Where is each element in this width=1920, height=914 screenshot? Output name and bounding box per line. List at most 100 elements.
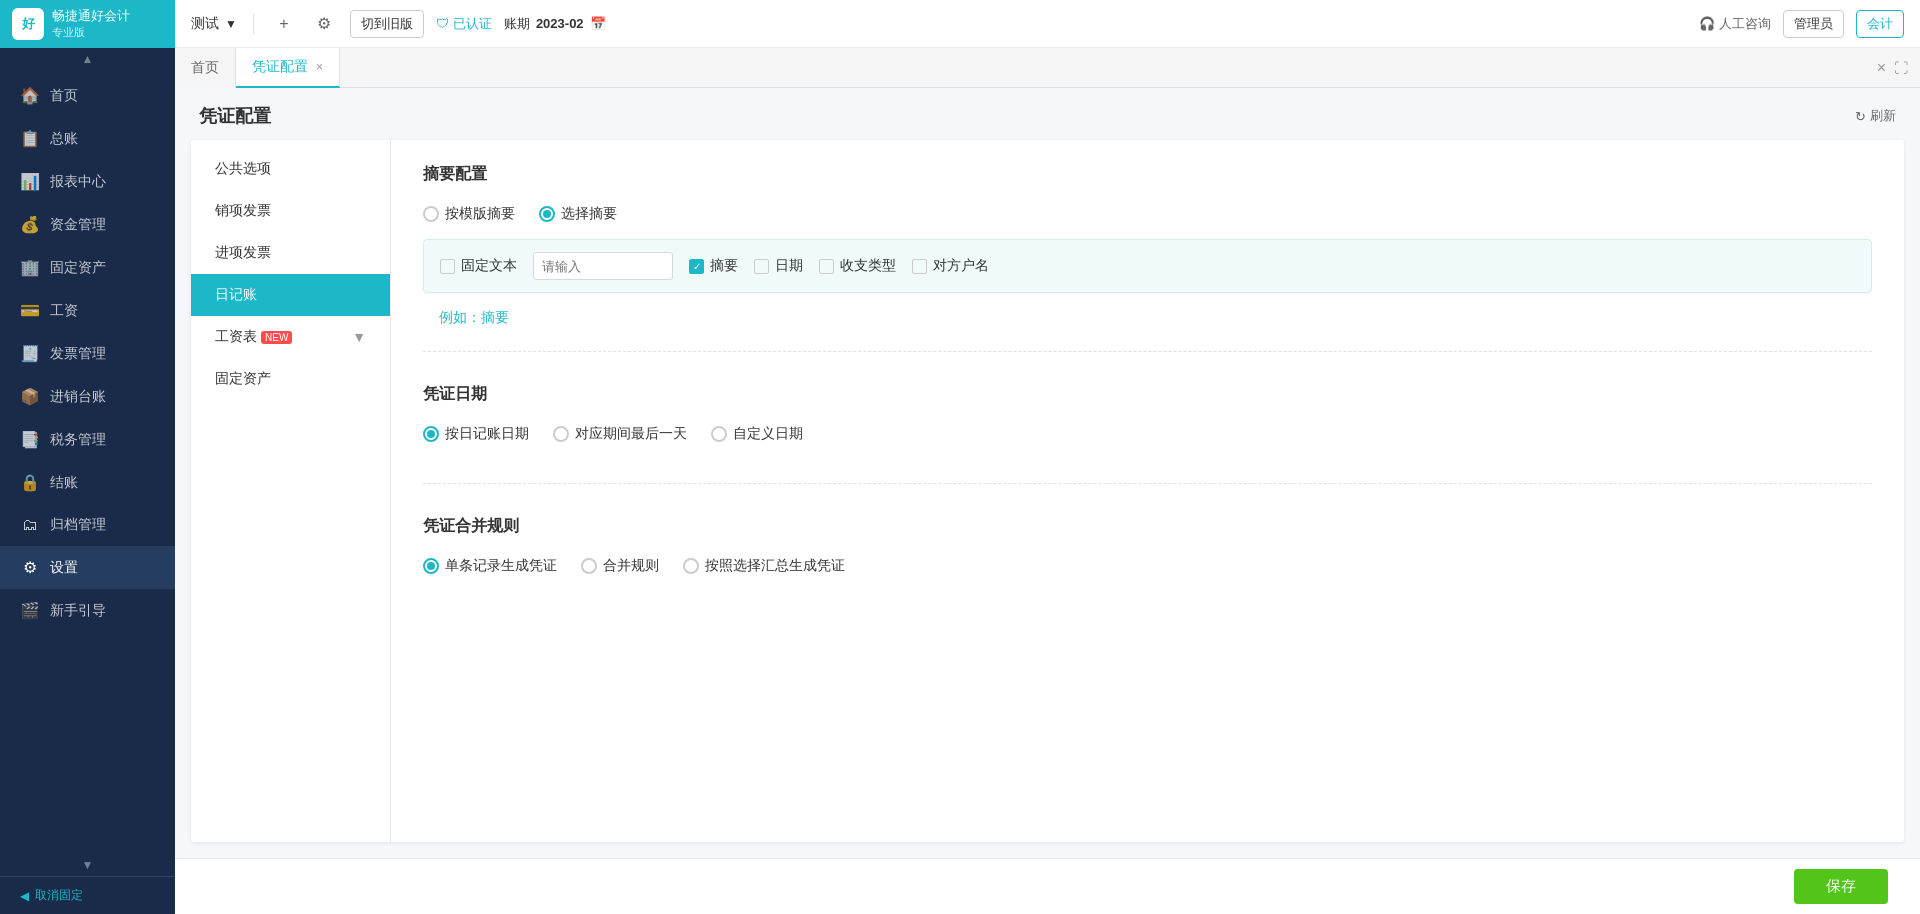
left-nav-public[interactable]: 公共选项 bbox=[191, 148, 390, 190]
sidebar-label-tax: 税务管理 bbox=[50, 431, 106, 449]
checkbox-income-type[interactable]: 收支类型 bbox=[819, 257, 896, 275]
sidebar-item-payroll[interactable]: 💳工资 bbox=[0, 289, 175, 332]
archive-icon: 🗂 bbox=[20, 516, 40, 534]
headset-icon: 🎧 bbox=[1699, 16, 1715, 31]
topbar-right: 🎧 人工咨询 管理员 会计 bbox=[1699, 10, 1904, 38]
add-button[interactable]: + bbox=[270, 10, 298, 38]
checkbox-box-counterpart bbox=[912, 259, 927, 274]
date-section: 凭证日期 按日记账日期 对应期间最后一天 bbox=[423, 384, 1872, 484]
radio-custom-date[interactable]: 自定义日期 bbox=[711, 425, 803, 443]
period-selector[interactable]: 账期 2023-02 📅 bbox=[504, 15, 606, 33]
checkbox-fixed-text[interactable]: 固定文本 bbox=[440, 257, 517, 275]
sidebar-item-home[interactable]: 🏠首页 bbox=[0, 74, 175, 117]
sidebar-label-close: 结账 bbox=[50, 474, 78, 492]
sidebar-item-reports[interactable]: 📊报表中心 bbox=[0, 160, 175, 203]
checkbox-box bbox=[440, 259, 455, 274]
settings-icon: ⚙ bbox=[20, 558, 40, 577]
left-nav-journal[interactable]: 日记账 bbox=[191, 274, 390, 316]
chevron-icon-payroll_table: ▼ bbox=[352, 329, 366, 345]
page-title: 凭证配置 bbox=[199, 104, 271, 128]
tab-home[interactable]: 首页 bbox=[175, 48, 236, 88]
consult-button[interactable]: 🎧 人工咨询 bbox=[1699, 15, 1771, 33]
sidebar-label-funds: 资金管理 bbox=[50, 216, 106, 234]
shield-icon: 🛡 bbox=[436, 16, 449, 31]
sidebar-item-close[interactable]: 🔒 结账 bbox=[0, 461, 175, 504]
sidebar-label-payroll: 工资 bbox=[50, 302, 78, 320]
reports-icon: 📊 bbox=[20, 172, 40, 191]
cancel-fixed-btn[interactable]: ◀ 取消固定 bbox=[0, 876, 175, 914]
calendar-icon: 📅 bbox=[590, 16, 606, 31]
left-nav-label-fixed_assets: 固定资产 bbox=[215, 370, 271, 386]
merge-radio-group: 单条记录生成凭证 合并规则 按照选择汇总生成凭证 bbox=[423, 557, 1872, 575]
summary-section: 摘要配置 按模版摘要 选择摘要 bbox=[423, 164, 1872, 352]
sidebar-item-trading[interactable]: 📦进销台账 bbox=[0, 375, 175, 418]
radio-circle-checked bbox=[539, 206, 555, 222]
certified-badge: 🛡 已认证 bbox=[436, 15, 492, 33]
left-nav-sales[interactable]: 销项发票 bbox=[191, 190, 390, 232]
home-icon: 🏠 bbox=[20, 86, 40, 105]
left-nav-payroll_table[interactable]: 工资表NEW▼ bbox=[191, 316, 390, 358]
radio-single-record[interactable]: 单条记录生成凭证 bbox=[423, 557, 557, 575]
close-icon: 🔒 bbox=[20, 473, 40, 492]
radio-merge-rule[interactable]: 合并规则 bbox=[581, 557, 659, 575]
checkbox-box-income bbox=[819, 259, 834, 274]
left-nav-label-sales: 销项发票 bbox=[215, 202, 271, 218]
content-inner: 公共选项销项发票进项发票日记账工资表NEW▼固定资产 摘要配置 按模版摘要 bbox=[191, 140, 1904, 842]
fixed_assets-icon: 🏢 bbox=[20, 258, 40, 277]
save-button[interactable]: 保存 bbox=[1794, 869, 1888, 904]
refresh-button[interactable]: ↻ 刷新 bbox=[1855, 107, 1896, 125]
sidebar-item-tax[interactable]: 📑 税务管理 bbox=[0, 418, 175, 461]
checkbox-counterpart[interactable]: 对方户名 bbox=[912, 257, 989, 275]
date-radio-group: 按日记账日期 对应期间最后一天 自定义日期 bbox=[423, 425, 1872, 443]
sidebar-label-fixed_assets: 固定资产 bbox=[50, 259, 106, 277]
sidebar-item-guide[interactable]: 🎬新手引导 bbox=[0, 589, 175, 632]
radio-period-last[interactable]: 对应期间最后一天 bbox=[553, 425, 687, 443]
main-area: 测试 ▼ + ⚙ 切到旧版 🛡 已认证 账期 2023-02 📅 🎧 人工咨询 bbox=[175, 0, 1920, 914]
sidebar-label-ledger: 总账 bbox=[50, 130, 78, 148]
radio-journal-date[interactable]: 按日记账日期 bbox=[423, 425, 529, 443]
sidebar-logo: 好 畅捷通好会计 专业版 bbox=[0, 0, 175, 48]
funds-icon: 💰 bbox=[20, 215, 40, 234]
summary-options-row: 固定文本 ✓ 摘要 日期 bbox=[423, 239, 1872, 293]
tab-voucher-config[interactable]: 凭证配置 × bbox=[236, 48, 340, 88]
radio-select-summary[interactable]: 选择摘要 bbox=[539, 205, 617, 223]
fullscreen-icon[interactable]: ⛶ bbox=[1894, 60, 1908, 76]
sidebar-scroll-down[interactable]: ▼ bbox=[0, 854, 175, 876]
tab-close-icon[interactable]: × bbox=[316, 60, 323, 74]
sidebar-item-ledger[interactable]: 📋总账 bbox=[0, 117, 175, 160]
topbar-divider-1 bbox=[253, 14, 254, 34]
logo-icon: 好 bbox=[12, 8, 44, 40]
merge-section: 凭证合并规则 单条记录生成凭证 合并规则 bbox=[423, 516, 1872, 615]
left-nav-label-journal: 日记账 bbox=[215, 286, 257, 302]
sidebar: 好 畅捷通好会计 专业版 ▲ 🏠首页📋总账📊报表中心 💰 资金管理 🏢 固定资产 💳工资🧾… bbox=[0, 0, 175, 914]
sidebar-item-funds[interactable]: 💰 资金管理 bbox=[0, 203, 175, 246]
company-selector[interactable]: 测试 ▼ bbox=[191, 15, 237, 33]
radio-template-summary[interactable]: 按模版摘要 bbox=[423, 205, 515, 223]
switch-version-button[interactable]: 切到旧版 bbox=[350, 10, 424, 38]
sidebar-item-settings[interactable]: ⚙设置 bbox=[0, 546, 175, 589]
accountant-button[interactable]: 会计 bbox=[1856, 10, 1904, 38]
sidebar-item-archive[interactable]: 🗂 归档管理 bbox=[0, 504, 175, 546]
fixed-text-input[interactable] bbox=[533, 252, 673, 280]
sidebar-label-archive: 归档管理 bbox=[50, 516, 106, 534]
left-nav-label-purchase: 进项发票 bbox=[215, 244, 271, 260]
settings-icon-button[interactable]: ⚙ bbox=[310, 10, 338, 38]
tax-icon: 📑 bbox=[20, 430, 40, 449]
new-badge-payroll_table: NEW bbox=[261, 331, 292, 344]
left-nav-fixed_assets[interactable]: 固定资产 bbox=[191, 358, 390, 400]
merge-title: 凭证合并规则 bbox=[423, 516, 1872, 537]
sidebar-item-fixed_assets[interactable]: 🏢 固定资产 bbox=[0, 246, 175, 289]
left-nav-purchase[interactable]: 进项发票 bbox=[191, 232, 390, 274]
radio-merge-circle bbox=[581, 558, 597, 574]
page-header: 凭证配置 ↻ 刷新 bbox=[175, 88, 1920, 140]
checkbox-summary[interactable]: ✓ 摘要 bbox=[689, 257, 738, 275]
sidebar-item-invoice[interactable]: 🧾发票管理 bbox=[0, 332, 175, 375]
manager-button[interactable]: 管理员 bbox=[1783, 10, 1844, 38]
sidebar-scroll-up[interactable]: ▲ bbox=[0, 48, 175, 70]
tabs-actions: × ⛶ bbox=[1877, 59, 1920, 77]
checkbox-date[interactable]: 日期 bbox=[754, 257, 803, 275]
tabs-bar: 首页 凭证配置 × × ⛶ bbox=[175, 48, 1920, 88]
close-window-icon[interactable]: × bbox=[1877, 59, 1886, 77]
radio-select-summary[interactable]: 按照选择汇总生成凭证 bbox=[683, 557, 845, 575]
left-nav-label-public: 公共选项 bbox=[215, 160, 271, 176]
